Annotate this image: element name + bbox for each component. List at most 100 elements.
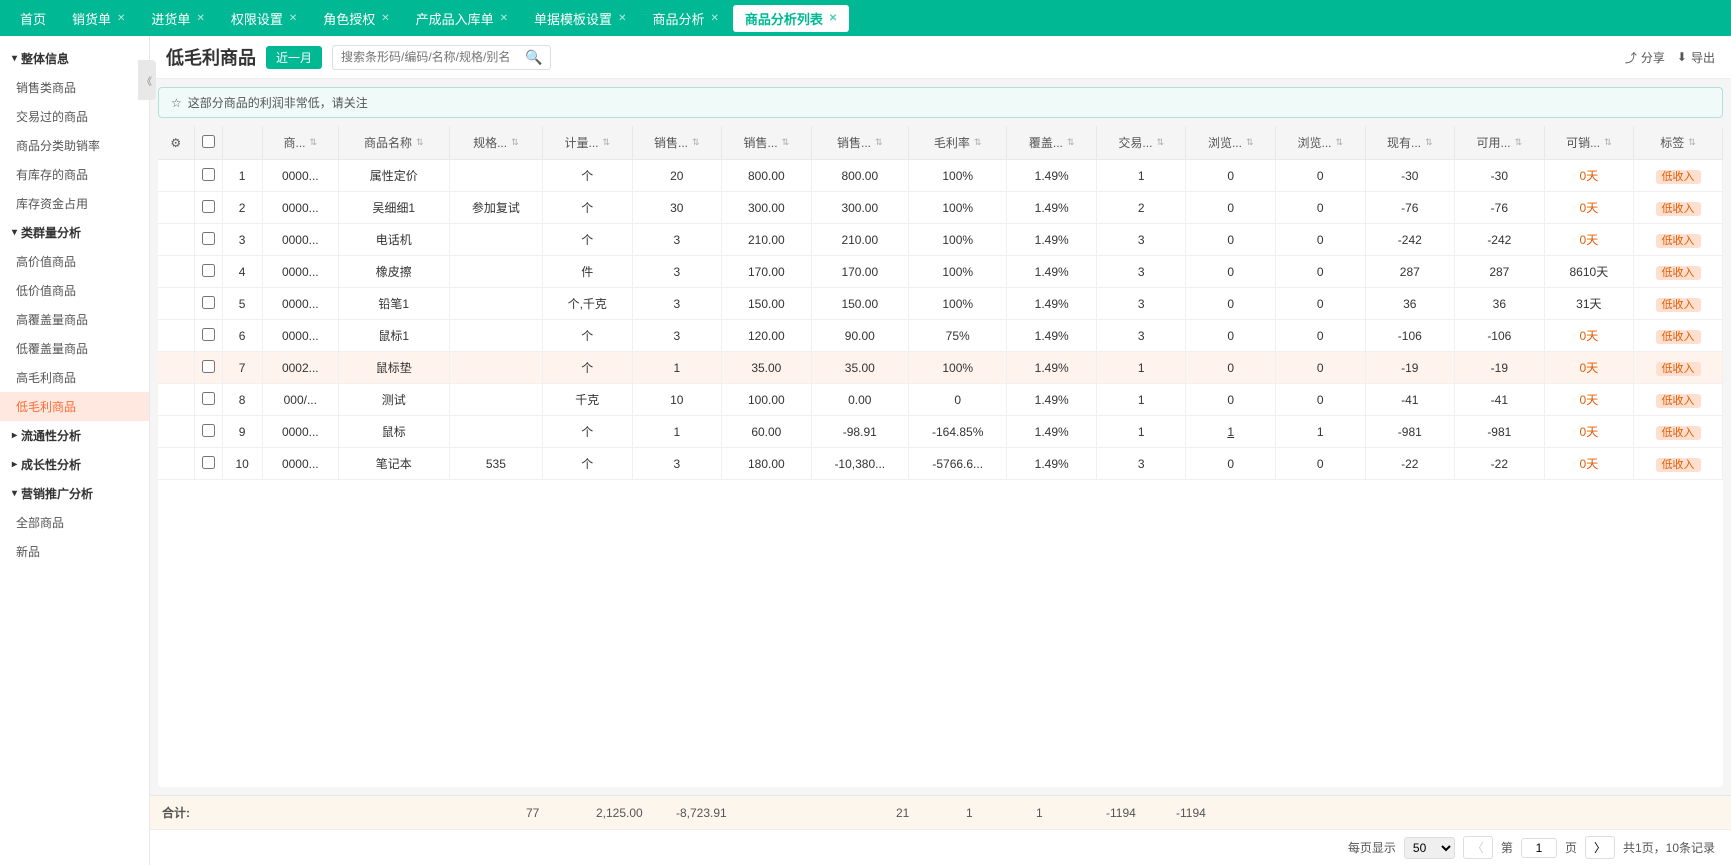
nav-sales-close[interactable]: ✕: [117, 13, 125, 24]
nav-product-in[interactable]: 产成品入库单 ✕: [404, 5, 520, 32]
row-check[interactable]: [202, 232, 215, 245]
sidebar-group-cluster[interactable]: ▾ 类群量分析: [0, 218, 149, 247]
row-checkbox[interactable]: [194, 448, 222, 480]
th-sale-days[interactable]: 可销...⇅: [1544, 126, 1634, 160]
th-name[interactable]: 商品名称⇅: [338, 126, 449, 160]
top-navigation: 首页 销货单 ✕ 进货单 ✕ 权限设置 ✕ 角色授权 ✕ 产成品入库单 ✕ 单据…: [0, 0, 1731, 36]
row-browse1[interactable]: 1: [1186, 416, 1276, 448]
th-profit-rate[interactable]: 毛利率⇅: [908, 126, 1006, 160]
sidebar-item-in-stock[interactable]: 有库存的商品: [0, 160, 149, 189]
row-checkbox[interactable]: [194, 288, 222, 320]
total-trade-count: 21: [896, 806, 966, 820]
th-sale-amt[interactable]: 销售...⇅: [722, 126, 812, 160]
sidebar-item-low-margin[interactable]: 低毛利商品: [0, 392, 149, 421]
nav-template[interactable]: 单据模板设置 ✕: [522, 5, 638, 32]
row-check[interactable]: [202, 264, 215, 277]
th-sale-qty[interactable]: 销售...⇅: [632, 126, 722, 160]
notice-icon: ☆: [171, 96, 182, 110]
sidebar-group-liquidity[interactable]: ▸ 流通性分析: [0, 421, 149, 450]
row-sale-profit: 150.00: [811, 288, 908, 320]
row-check[interactable]: [202, 328, 215, 341]
nav-product-analysis[interactable]: 商品分析 ✕: [640, 5, 730, 32]
sidebar-item-high-coverage[interactable]: 高覆盖量商品: [0, 305, 149, 334]
row-avail-stock: 287: [1455, 256, 1545, 288]
row-current-stock: 36: [1365, 288, 1455, 320]
row-check[interactable]: [202, 296, 215, 309]
th-trade-count[interactable]: 交易...⇅: [1096, 126, 1186, 160]
row-checkbox[interactable]: [194, 416, 222, 448]
sidebar-item-traded-goods[interactable]: 交易过的商品: [0, 102, 149, 131]
sidebar-group-marketing[interactable]: ▾ 营销推广分析: [0, 479, 149, 508]
th-cover-rate[interactable]: 覆盖...⇅: [1007, 126, 1097, 160]
nav-sales[interactable]: 销货单 ✕: [60, 5, 137, 32]
th-browse2[interactable]: 浏览...⇅: [1276, 126, 1366, 160]
sidebar-item-all-goods[interactable]: 全部商品: [0, 508, 149, 537]
sidebar-group-overall[interactable]: ▾ 整体信息: [0, 44, 149, 73]
th-browse1[interactable]: 浏览...⇅: [1186, 126, 1276, 160]
row-checkbox[interactable]: [194, 224, 222, 256]
tag-label: 低收入: [1656, 458, 1701, 472]
nav-purchase[interactable]: 进货单 ✕: [139, 5, 216, 32]
nav-template-close[interactable]: ✕: [618, 13, 626, 24]
th-avail-stock[interactable]: 可用...⇅: [1455, 126, 1545, 160]
row-action: [158, 320, 194, 352]
row-check[interactable]: [202, 200, 215, 213]
nav-product-analysis-list-close[interactable]: ✕: [829, 13, 837, 24]
row-unit: 个: [543, 448, 633, 480]
th-spec[interactable]: 规格...⇅: [449, 126, 542, 160]
current-page-input[interactable]: [1521, 838, 1557, 858]
th-settings[interactable]: ⚙: [158, 126, 194, 160]
row-check[interactable]: [202, 424, 215, 437]
th-code[interactable]: 商...⇅: [262, 126, 338, 160]
th-check[interactable]: [194, 126, 222, 160]
th-sale-profit[interactable]: 销售...⇅: [811, 126, 908, 160]
nav-home[interactable]: 首页: [8, 5, 58, 32]
sidebar-item-low-coverage[interactable]: 低覆盖量商品: [0, 334, 149, 363]
nav-permissions-close[interactable]: ✕: [289, 13, 297, 24]
row-checkbox[interactable]: [194, 352, 222, 384]
th-unit[interactable]: 计量...⇅: [543, 126, 633, 160]
row-checkbox[interactable]: [194, 192, 222, 224]
row-code: 0000...: [262, 224, 338, 256]
sidebar-item-low-value[interactable]: 低价值商品: [0, 276, 149, 305]
share-button[interactable]: ⤴ 分享: [1625, 49, 1665, 66]
sidebar-item-sales-goods[interactable]: 销售类商品: [0, 73, 149, 102]
th-current-stock[interactable]: 现有...⇅: [1365, 126, 1455, 160]
nav-permissions[interactable]: 权限设置 ✕: [219, 5, 309, 32]
next-page-button[interactable]: 〉: [1585, 836, 1615, 859]
nav-purchase-close[interactable]: ✕: [196, 13, 204, 24]
sidebar-item-high-value[interactable]: 高价值商品: [0, 247, 149, 276]
export-button[interactable]: ⬇ 导出: [1677, 49, 1715, 66]
sidebar-item-category-rate[interactable]: 商品分类助销率: [0, 131, 149, 160]
row-browse1: 0: [1186, 192, 1276, 224]
row-check[interactable]: [202, 456, 215, 469]
chevron-down-icon-3: ▾: [12, 488, 17, 499]
filter-recent-month-button[interactable]: 近一月: [266, 46, 322, 69]
row-check[interactable]: [202, 392, 215, 405]
search-icon[interactable]: 🔍: [525, 49, 542, 66]
sidebar-item-new-goods[interactable]: 新品: [0, 537, 149, 566]
sidebar-group-growth[interactable]: ▸ 成长性分析: [0, 450, 149, 479]
row-avail-stock: -19: [1455, 352, 1545, 384]
row-check[interactable]: [202, 168, 215, 181]
prev-page-button[interactable]: 〈: [1463, 836, 1493, 859]
row-checkbox[interactable]: [194, 256, 222, 288]
nav-product-analysis-list[interactable]: 商品分析列表 ✕: [733, 5, 849, 32]
nav-product-in-close[interactable]: ✕: [500, 13, 508, 24]
row-checkbox[interactable]: [194, 160, 222, 192]
th-tag[interactable]: 标签⇅: [1634, 126, 1723, 160]
sidebar-item-capital[interactable]: 库存资金占用: [0, 189, 149, 218]
row-checkbox[interactable]: [194, 320, 222, 352]
page-suffix: 页: [1565, 839, 1577, 856]
per-page-select[interactable]: 50 20 100: [1404, 837, 1455, 859]
nav-product-analysis-close[interactable]: ✕: [710, 13, 718, 24]
row-check[interactable]: [202, 360, 215, 373]
search-input[interactable]: [341, 50, 521, 64]
sidebar-collapse-button[interactable]: 《: [138, 60, 156, 100]
sidebar-item-high-margin[interactable]: 高毛利商品: [0, 363, 149, 392]
row-checkbox[interactable]: [194, 384, 222, 416]
row-code: 0000...: [262, 256, 338, 288]
nav-roles-close[interactable]: ✕: [381, 13, 389, 24]
nav-roles[interactable]: 角色授权 ✕: [311, 5, 401, 32]
select-all-checkbox[interactable]: [202, 135, 215, 148]
